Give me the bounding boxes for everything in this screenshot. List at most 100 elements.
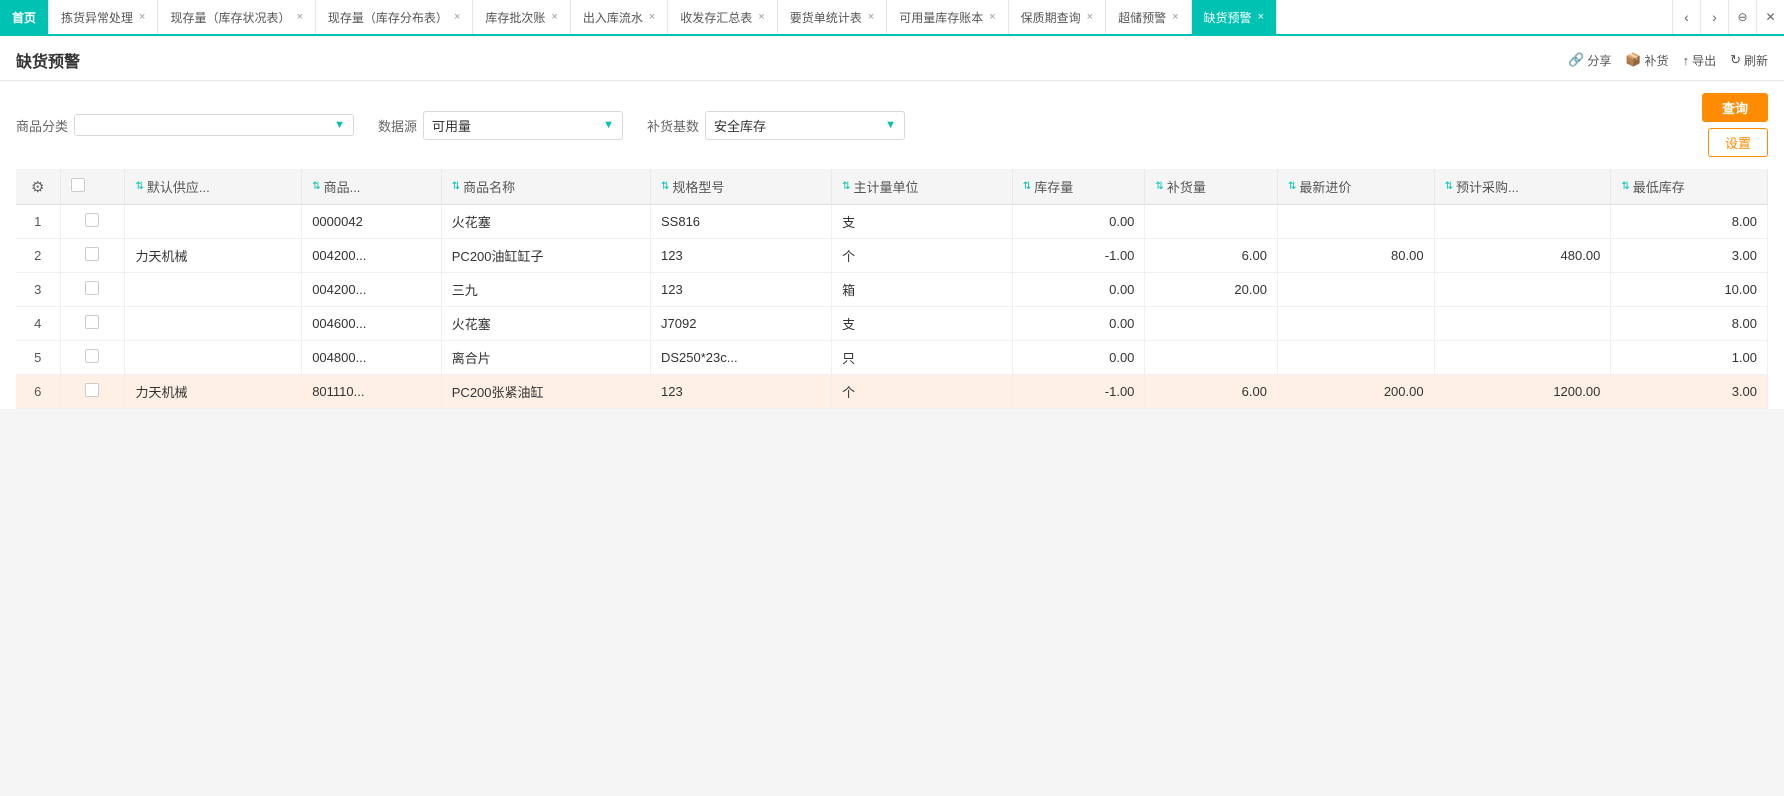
col-goods-name: 离合片 — [441, 341, 650, 375]
settings-button[interactable]: 设置 — [1708, 128, 1768, 157]
nav-tab-label-inout-flow: 出入库流水 — [583, 9, 643, 26]
nav-tab-exception[interactable]: 拣货异常处理 × — [49, 0, 158, 35]
table-row[interactable]: 5004800...离合片DS250*23c...只0.001.00 — [16, 341, 1768, 375]
row-select-checkbox[interactable] — [85, 315, 99, 329]
datasource-select[interactable]: 可用量 ▼ — [423, 111, 623, 140]
row-select-checkbox[interactable] — [85, 247, 99, 261]
nav-tab-close-requisition-stat[interactable]: × — [868, 11, 874, 23]
col-label-goods-name: 商品名称 — [463, 177, 515, 196]
col-supplier — [125, 273, 302, 307]
col-header-stock[interactable]: ⇅库存量 — [1012, 169, 1145, 205]
nav-tab-close-inventory-dist[interactable]: × — [454, 11, 460, 23]
col-header-goods-name[interactable]: ⇅商品名称 — [441, 169, 650, 205]
col-header-min-stock[interactable]: ⇅最低库存 — [1611, 169, 1768, 205]
nav-prev-btn[interactable]: ‹ — [1672, 0, 1700, 35]
col-goods-name: PC200张紧油缸 — [441, 375, 650, 409]
col-header-goods-code[interactable]: ⇅商品... — [302, 169, 442, 205]
col-spec: 123 — [651, 239, 832, 273]
col-goods-code: 004200... — [302, 273, 442, 307]
sort-icon-spec: ⇅ — [661, 181, 669, 192]
nav-next-btn[interactable]: › — [1700, 0, 1728, 35]
nav-tab-close-overstock-warning[interactable]: × — [1172, 11, 1178, 23]
row-select-checkbox[interactable] — [85, 281, 99, 295]
datasource-arrow-icon: ▼ — [603, 119, 614, 131]
export-btn[interactable]: ↑ 导出 — [1683, 52, 1717, 69]
nav-tab-label-available-ledger: 可用量库存账本 — [899, 9, 983, 26]
sort-icon-goods-name: ⇅ — [452, 181, 460, 192]
col-supplier — [125, 341, 302, 375]
col-header-default-supplier[interactable]: ⇅默认供应... — [125, 169, 302, 205]
table-row[interactable]: 6力天机械801110...PC200张紧油缸123个-1.006.00200.… — [16, 375, 1768, 409]
col-stock: 0.00 — [1012, 307, 1145, 341]
nav-tab-available-ledger[interactable]: 可用量库存账本 × — [887, 0, 1008, 35]
replenish-btn[interactable]: 📦 补货 — [1625, 52, 1668, 69]
data-table: ⚙⇅默认供应...⇅商品...⇅商品名称⇅规格型号⇅主计量单位⇅库存量⇅补货量⇅… — [16, 169, 1768, 409]
nav-tab-requisition-stat[interactable]: 要货单统计表× — [778, 0, 887, 35]
header-actions: 🔗 分享 📦 补货 ↑ 导出 ↻ 刷新 — [1568, 52, 1768, 69]
share-btn[interactable]: 🔗 分享 — [1568, 52, 1611, 69]
gear-icon[interactable]: ⚙ — [31, 179, 44, 196]
table-row[interactable]: 4004600...火花塞J7092支0.008.00 — [16, 307, 1768, 341]
replenish-base-select[interactable]: 安全库存 ▼ — [705, 111, 905, 140]
main-content: 缺货预警 🔗 分享 📦 补货 ↑ 导出 ↻ 刷新 商品分类 — [0, 36, 1784, 409]
col-header-spec[interactable]: ⇅规格型号 — [651, 169, 832, 205]
col-min-stock: 1.00 — [1611, 341, 1768, 375]
nav-tab-label-batch-account: 库存批次账 — [485, 9, 545, 26]
col-header-replenish[interactable]: ⇅补货量 — [1145, 169, 1278, 205]
table-row[interactable]: 2力天机械004200...PC200油缸缸子123个-1.006.0080.0… — [16, 239, 1768, 273]
nav-tab-overstock-warning[interactable]: 超储预警 × — [1106, 0, 1191, 35]
nav-tab-batch-account[interactable]: 库存批次账 × — [473, 0, 570, 35]
col-header-checkbox — [60, 169, 125, 205]
col-est-purchase: 480.00 — [1434, 239, 1611, 273]
col-replenish: 6.00 — [1145, 239, 1278, 273]
nav-tab-label-exception: 拣货异常处理 — [61, 9, 133, 26]
sort-icon-unit: ⇅ — [842, 181, 850, 192]
nav-tab-close-exception[interactable]: × — [139, 11, 145, 23]
col-label-spec: 规格型号 — [672, 177, 724, 196]
col-est-purchase: 1200.00 — [1434, 375, 1611, 409]
nav-tab-label-collect-summary: 收发存汇总表 — [680, 9, 752, 26]
col-header-unit[interactable]: ⇅主计量单位 — [832, 169, 1013, 205]
row-select-checkbox[interactable] — [85, 213, 99, 227]
category-select[interactable]: ▼ — [74, 114, 354, 136]
col-est-purchase — [1434, 205, 1611, 239]
nav-tab-collect-summary[interactable]: 收发存汇总表 × — [668, 0, 777, 35]
replenish-base-filter: 补货基数 安全库存 ▼ — [647, 111, 905, 140]
table-row[interactable]: 3004200...三九123箱0.0020.0010.00 — [16, 273, 1768, 307]
nav-tab-close-collect-summary[interactable]: × — [758, 11, 764, 23]
replenish-base-value: 安全库存 — [714, 116, 766, 135]
nav-close-btn[interactable]: ✕ — [1756, 0, 1784, 35]
col-header-est-purchase[interactable]: ⇅预计采购... — [1434, 169, 1611, 205]
nav-tab-label-inventory-dist: 现存量（库存分布表） — [328, 9, 448, 26]
nav-tab-close-inout-flow[interactable]: × — [649, 11, 655, 23]
row-select-checkbox[interactable] — [85, 383, 99, 397]
share-label: 分享 — [1587, 52, 1611, 69]
nav-tab-home[interactable]: 首页 — [0, 0, 49, 35]
nav-restore-btn[interactable]: ⊖ — [1728, 0, 1756, 35]
nav-tab-close-expiry-query[interactable]: × — [1087, 11, 1093, 23]
nav-tab-close-batch-account[interactable]: × — [551, 11, 557, 23]
col-replenish — [1145, 205, 1278, 239]
col-min-stock: 8.00 — [1611, 307, 1768, 341]
select-all-checkbox[interactable] — [71, 178, 85, 192]
col-min-stock: 3.00 — [1611, 239, 1768, 273]
row-number: 1 — [16, 205, 60, 239]
nav-tab-expiry-query[interactable]: 保质期查询× — [1009, 0, 1106, 35]
nav-tab-close-shortage-warning[interactable]: × — [1258, 11, 1264, 23]
row-number: 6 — [16, 375, 60, 409]
refresh-btn[interactable]: ↻ 刷新 — [1730, 52, 1768, 69]
nav-tab-close-inventory-status[interactable]: × — [296, 11, 302, 23]
nav-tab-inout-flow[interactable]: 出入库流水 × — [571, 0, 668, 35]
col-header-latest-price[interactable]: ⇅最新进价 — [1277, 169, 1434, 205]
nav-tab-label-overstock-warning: 超储预警 — [1118, 9, 1166, 26]
category-arrow-icon: ▼ — [334, 119, 345, 131]
col-goods-code: 004200... — [302, 239, 442, 273]
nav-tab-inventory-status[interactable]: 现存量（库存状况表）× — [158, 0, 315, 35]
col-label-latest-price: 最新进价 — [1299, 177, 1351, 196]
nav-tab-inventory-dist[interactable]: 现存量（库存分布表） × — [316, 0, 473, 35]
table-row[interactable]: 10000042火花塞SS816支0.008.00 — [16, 205, 1768, 239]
query-button[interactable]: 查询 — [1702, 93, 1768, 122]
nav-tab-shortage-warning[interactable]: 缺货预警× — [1192, 0, 1277, 35]
row-select-checkbox[interactable] — [85, 349, 99, 363]
nav-tab-close-available-ledger[interactable]: × — [989, 11, 995, 23]
